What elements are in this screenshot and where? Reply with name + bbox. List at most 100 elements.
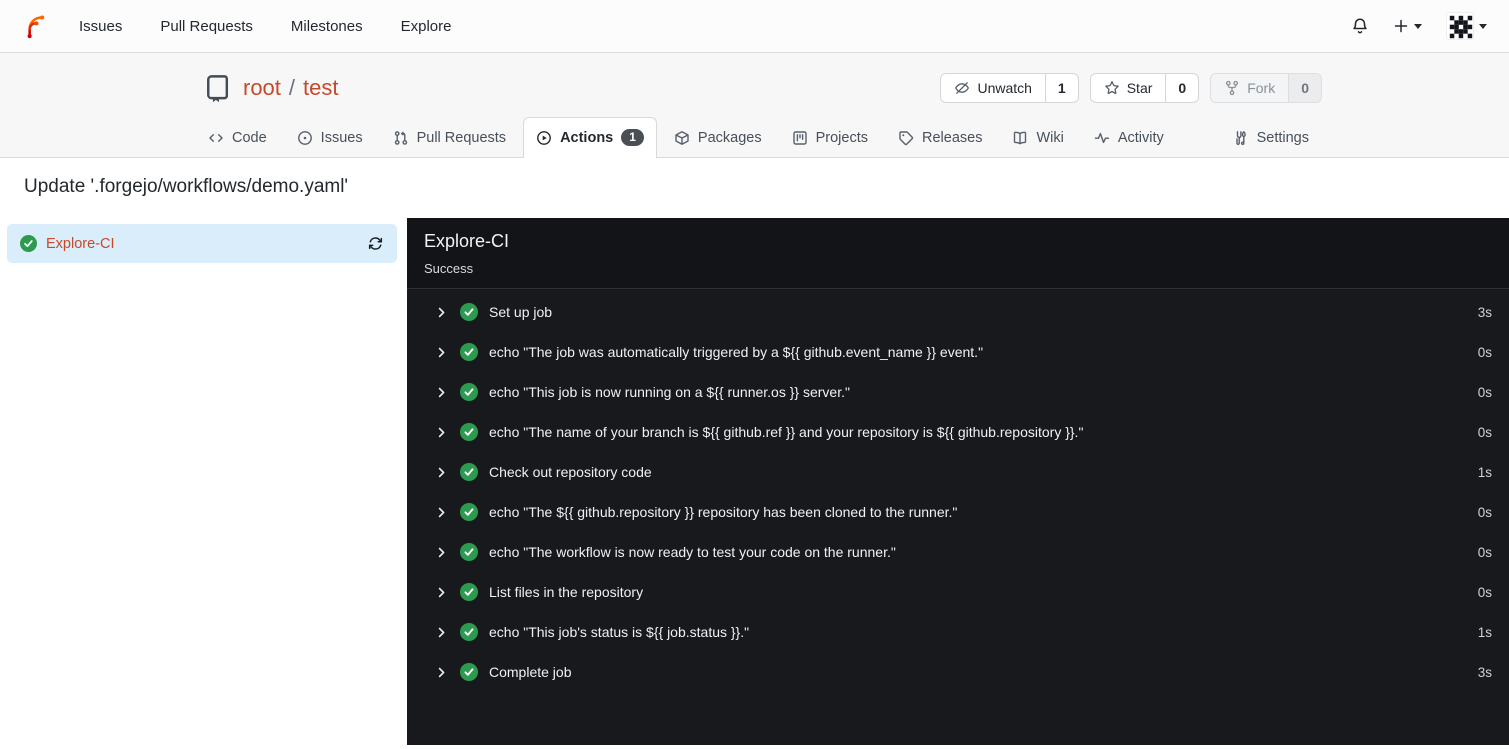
repo-action-buttons: Unwatch 1 Star 0 Fork 0 (940, 73, 1322, 103)
step-duration: 0s (1477, 384, 1492, 400)
step-row[interactable]: Complete job 3s (407, 652, 1509, 692)
chevron-right-icon[interactable] (434, 625, 449, 640)
step-duration: 0s (1477, 584, 1492, 600)
chevron-right-icon[interactable] (434, 385, 449, 400)
step-name: echo "This job is now running on a ${{ r… (489, 384, 850, 400)
job-list-item[interactable]: Explore-CI (7, 224, 397, 263)
step-row[interactable]: echo "The ${{ github.repository }} repos… (407, 492, 1509, 532)
tab-actions[interactable]: Actions 1 (523, 117, 657, 158)
step-duration: 1s (1477, 624, 1492, 640)
step-row[interactable]: Check out repository code 1s (407, 452, 1509, 492)
step-name: Set up job (489, 304, 553, 320)
navbar-item-pull-requests[interactable]: Pull Requests (160, 18, 253, 35)
check-circle-icon (460, 543, 478, 561)
notifications-bell-icon[interactable] (1351, 17, 1369, 35)
step-duration: 1s (1477, 464, 1492, 480)
job-name: Explore-CI (46, 235, 115, 252)
check-circle-icon (460, 583, 478, 601)
repo-header: root / test Unwatch 1 Star 0 Fork 0 Code… (0, 53, 1509, 158)
eye-slash-icon (955, 82, 970, 94)
chevron-right-icon[interactable] (434, 465, 449, 480)
repo-book-icon (207, 75, 229, 103)
step-row[interactable]: List files in the repository 0s (407, 572, 1509, 612)
navbar-item-explore[interactable]: Explore (401, 18, 452, 35)
tab-packages[interactable]: Packages (661, 118, 775, 157)
step-duration: 0s (1477, 504, 1492, 520)
repo-breadcrumb: root / test (243, 75, 339, 101)
check-circle-icon (460, 463, 478, 481)
project-board-icon (792, 131, 807, 145)
job-panel-header: Explore-CI Success (407, 218, 1509, 289)
tab-activity[interactable]: Activity (1081, 118, 1177, 157)
check-circle-icon (460, 423, 478, 441)
navbar-item-issues[interactable]: Issues (79, 18, 122, 35)
navbar-item-milestones[interactable]: Milestones (291, 18, 363, 35)
step-name: Check out repository code (489, 464, 652, 480)
step-duration: 0s (1477, 344, 1492, 360)
star-button[interactable]: Star (1091, 74, 1166, 102)
repo-tabs: Code Issues Pull Requests Actions 1 Pack… (187, 117, 1322, 158)
tab-wiki[interactable]: Wiki (999, 118, 1076, 157)
rerun-job-icon[interactable] (367, 235, 384, 252)
star-button-group: Star 0 (1089, 73, 1200, 103)
chevron-right-icon[interactable] (434, 585, 449, 600)
page-title: Update '.forgejo/workflows/demo.yaml' (24, 176, 349, 197)
git-fork-icon (1226, 80, 1239, 96)
tools-icon (1235, 131, 1246, 146)
star-icon (1104, 81, 1119, 95)
star-count[interactable]: 0 (1165, 74, 1198, 102)
tab-issues[interactable]: Issues (284, 118, 376, 157)
unwatch-button[interactable]: Unwatch (941, 74, 1044, 102)
chevron-right-icon[interactable] (434, 505, 449, 520)
step-duration: 0s (1477, 544, 1492, 560)
step-name: echo "This job's status is ${{ job.statu… (489, 624, 750, 640)
actions-count-badge: 1 (621, 129, 644, 146)
job-status-text: Success (424, 261, 474, 276)
chevron-right-icon[interactable] (434, 545, 449, 560)
tab-projects[interactable]: Projects (779, 118, 881, 157)
tab-code[interactable]: Code (195, 118, 280, 157)
repo-name-link[interactable]: test (303, 75, 338, 101)
step-row[interactable]: echo "This job's status is ${{ job.statu… (407, 612, 1509, 652)
chevron-down-icon (1479, 23, 1487, 29)
pulse-icon (1094, 132, 1110, 144)
git-pull-request-icon (394, 131, 407, 145)
step-row[interactable]: echo "The job was automatically triggere… (407, 332, 1509, 372)
step-name: echo "The ${{ github.repository }} repos… (489, 504, 958, 520)
chevron-right-icon[interactable] (434, 305, 449, 320)
steps-list: Set up job 3s echo "The job was automati… (407, 289, 1509, 692)
tab-releases[interactable]: Releases (885, 118, 995, 157)
step-duration: 3s (1477, 664, 1492, 680)
check-circle-icon (460, 623, 478, 641)
avatar (1446, 12, 1474, 40)
forgejo-logo-icon[interactable] (22, 13, 49, 40)
step-name: echo "The workflow is now ready to test … (489, 544, 896, 560)
run-body: Explore-CI Explore-CI Success Set up job… (0, 218, 1509, 745)
step-row[interactable]: echo "This job is now running on a ${{ r… (407, 372, 1509, 412)
check-circle-icon (460, 343, 478, 361)
tab-pull-requests[interactable]: Pull Requests (380, 118, 519, 157)
fork-button[interactable]: Fork (1211, 74, 1288, 102)
fork-count[interactable]: 0 (1288, 74, 1321, 102)
check-circle-icon (460, 383, 478, 401)
navbar-links: Issues Pull Requests Milestones Explore (79, 18, 451, 35)
create-new-dropdown[interactable] (1393, 18, 1422, 34)
tab-settings[interactable]: Settings (1220, 118, 1322, 157)
repo-owner-link[interactable]: root (243, 75, 281, 101)
step-row[interactable]: echo "The name of your branch is ${{ git… (407, 412, 1509, 452)
step-row[interactable]: Set up job 3s (407, 292, 1509, 332)
book-icon (1014, 131, 1027, 145)
chevron-right-icon[interactable] (434, 425, 449, 440)
plus-icon (1394, 19, 1408, 33)
check-circle-icon (20, 235, 37, 252)
step-name: echo "The job was automatically triggere… (489, 344, 984, 360)
chevron-right-icon[interactable] (434, 345, 449, 360)
watch-count[interactable]: 1 (1044, 74, 1078, 102)
check-circle-icon (460, 303, 478, 321)
navbar-right (1351, 12, 1487, 40)
user-menu-dropdown[interactable] (1446, 12, 1487, 40)
issue-opened-icon (297, 131, 312, 145)
step-row[interactable]: echo "The workflow is now ready to test … (407, 532, 1509, 572)
chevron-right-icon[interactable] (434, 665, 449, 680)
run-title-bar: Update '.forgejo/workflows/demo.yaml' (0, 158, 1509, 218)
